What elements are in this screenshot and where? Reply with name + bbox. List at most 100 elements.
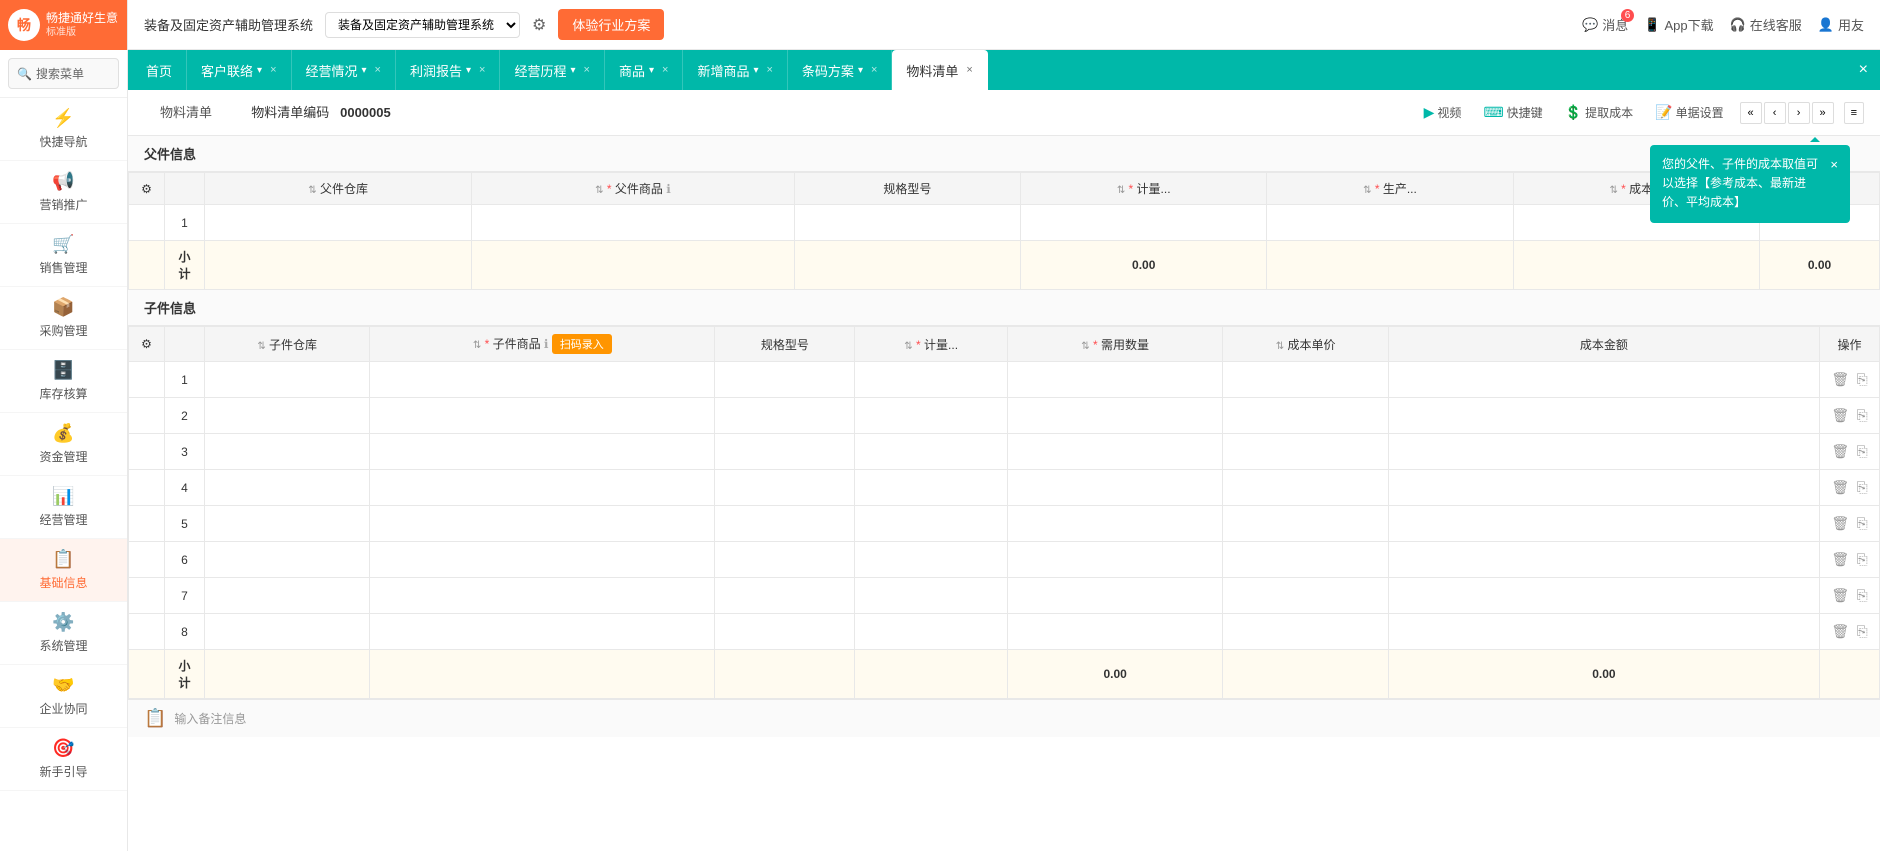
copy-icon[interactable]: ⎘ xyxy=(1856,551,1867,567)
sidebar-item-operations[interactable]: 📊 经营管理 xyxy=(0,476,127,539)
copy-icon[interactable]: ⎘ xyxy=(1856,515,1867,531)
sidebar-item-purchase[interactable]: 📦 采购管理 xyxy=(0,287,127,350)
tab-customer[interactable]: 客户联络 ▾ × xyxy=(187,50,291,90)
child-row-unit-price[interactable] xyxy=(1223,470,1388,506)
copy-icon[interactable]: ⎘ xyxy=(1856,371,1867,387)
sidebar-item-basic-info[interactable]: 📋 基础信息 xyxy=(0,539,127,602)
tab-home[interactable]: 首页 xyxy=(132,50,187,90)
tab-profit-close[interactable]: × xyxy=(479,64,485,76)
child-row-product[interactable] xyxy=(370,578,715,614)
child-row-unit-price[interactable] xyxy=(1223,542,1388,578)
tab-new-product[interactable]: 新增商品 ▾ × xyxy=(683,50,787,90)
child-row-warehouse[interactable] xyxy=(205,614,370,650)
delete-icon[interactable]: 🗑 xyxy=(1831,371,1849,387)
child-row-product[interactable] xyxy=(370,614,715,650)
child-row-unit[interactable] xyxy=(855,362,1008,398)
tab-history-close[interactable]: × xyxy=(584,64,590,76)
child-row-unit[interactable] xyxy=(855,614,1008,650)
child-row-warehouse[interactable] xyxy=(205,362,370,398)
child-row-unit[interactable] xyxy=(855,578,1008,614)
delete-icon[interactable]: 🗑 xyxy=(1831,587,1849,603)
child-row-unit-price[interactable] xyxy=(1223,614,1388,650)
tooltip-close-button[interactable]: × xyxy=(1830,155,1838,176)
delete-icon[interactable]: 🗑 xyxy=(1831,551,1849,567)
child-row-spec[interactable] xyxy=(715,542,855,578)
child-row-unit-price[interactable] xyxy=(1223,362,1388,398)
child-row-spec[interactable] xyxy=(715,470,855,506)
copy-icon[interactable]: ⎘ xyxy=(1856,407,1867,423)
sidebar-item-guide[interactable]: 🎯 新手引导 xyxy=(0,728,127,791)
shortcut-button[interactable]: ⌨ 快捷键 xyxy=(1477,101,1548,124)
copy-icon[interactable]: ⎘ xyxy=(1856,623,1867,639)
system-select[interactable]: 装备及固定资产辅助管理系统 xyxy=(325,12,520,38)
sub-tab-bom-list[interactable]: 物料清单 xyxy=(144,98,228,127)
delete-icon[interactable]: 🗑 xyxy=(1831,623,1849,639)
child-row-product[interactable] xyxy=(370,398,715,434)
tab-products[interactable]: 商品 ▾ × xyxy=(605,50,683,90)
child-row-product[interactable] xyxy=(370,542,715,578)
copy-icon[interactable]: ⎘ xyxy=(1856,479,1867,495)
child-row-warehouse[interactable] xyxy=(205,434,370,470)
sidebar-item-finance[interactable]: 💰 资金管理 xyxy=(0,413,127,476)
child-row-unit-price[interactable] xyxy=(1223,398,1388,434)
row-product-cell[interactable] xyxy=(472,205,795,241)
child-row-quantity[interactable] xyxy=(1007,506,1223,542)
tab-products-close[interactable]: × xyxy=(662,64,668,76)
child-row-quantity[interactable] xyxy=(1007,362,1223,398)
child-row-unit[interactable] xyxy=(855,470,1008,506)
sidebar-item-marketing[interactable]: 📢 营销推广 xyxy=(0,161,127,224)
child-row-unit-price[interactable] xyxy=(1223,578,1388,614)
child-row-product[interactable] xyxy=(370,362,715,398)
app-download-button[interactable]: 📱 App下载 xyxy=(1644,15,1713,34)
child-row-warehouse[interactable] xyxy=(205,398,370,434)
row-produce-cell[interactable] xyxy=(1267,205,1513,241)
child-row-spec[interactable] xyxy=(715,506,855,542)
child-row-quantity[interactable] xyxy=(1007,578,1223,614)
child-row-unit[interactable] xyxy=(855,506,1008,542)
child-row-spec[interactable] xyxy=(715,398,855,434)
child-row-product[interactable] xyxy=(370,434,715,470)
grid-view-button[interactable]: ≡ xyxy=(1844,102,1864,124)
child-row-spec[interactable] xyxy=(715,434,855,470)
tab-customer-close[interactable]: × xyxy=(270,64,276,76)
tab-bom-close[interactable]: × xyxy=(966,64,972,76)
row-spec-cell[interactable] xyxy=(794,205,1020,241)
scan-input-button[interactable]: 扫码录入 xyxy=(552,334,612,354)
online-service-button[interactable]: 🎧 在线客服 xyxy=(1730,15,1802,34)
child-row-quantity[interactable] xyxy=(1007,614,1223,650)
delete-icon[interactable]: 🗑 xyxy=(1831,515,1849,531)
cost-button[interactable]: 💲 提取成本 xyxy=(1559,101,1639,124)
sidebar-item-inventory[interactable]: 🗄️ 库存核算 xyxy=(0,350,127,413)
tab-barcode-close[interactable]: × xyxy=(871,64,877,76)
next-page-button[interactable]: › xyxy=(1788,102,1810,124)
copy-icon[interactable]: ⎘ xyxy=(1856,443,1867,459)
tab-barcode[interactable]: 条码方案 ▾ × xyxy=(788,50,892,90)
child-row-quantity[interactable] xyxy=(1007,398,1223,434)
first-page-button[interactable]: « xyxy=(1740,102,1762,124)
child-row-spec[interactable] xyxy=(715,614,855,650)
child-row-warehouse[interactable] xyxy=(205,578,370,614)
sidebar-item-sales[interactable]: 🛒 销售管理 xyxy=(0,224,127,287)
settings-button[interactable]: 📝 单据设置 xyxy=(1649,101,1729,124)
tab-new-product-close[interactable]: × xyxy=(766,64,772,76)
note-placeholder[interactable]: 输入备注信息 xyxy=(174,710,246,727)
child-row-unit[interactable] xyxy=(855,398,1008,434)
child-col-settings[interactable]: ⚙ xyxy=(129,327,165,362)
child-row-warehouse[interactable] xyxy=(205,506,370,542)
child-row-spec[interactable] xyxy=(715,578,855,614)
sidebar-item-cooperation[interactable]: 🤝 企业协同 xyxy=(0,665,127,728)
child-row-warehouse[interactable] xyxy=(205,542,370,578)
tab-operations[interactable]: 经营情况 ▾ × xyxy=(292,50,396,90)
settings-icon[interactable]: ⚙ xyxy=(532,15,546,35)
child-row-unit[interactable] xyxy=(855,434,1008,470)
message-button[interactable]: 💬 消息 6 xyxy=(1582,15,1628,34)
sidebar-item-quick-nav[interactable]: ⚡ 快捷导航 xyxy=(0,98,127,161)
close-all-tabs[interactable]: × xyxy=(1851,61,1876,79)
child-row-quantity[interactable] xyxy=(1007,434,1223,470)
child-row-spec[interactable] xyxy=(715,362,855,398)
tab-bom[interactable]: 物料清单 × xyxy=(892,50,987,90)
user-button[interactable]: 👤 用友 xyxy=(1818,15,1864,34)
view-button[interactable]: ▶ 视频 xyxy=(1418,101,1468,124)
child-row-unit[interactable] xyxy=(855,542,1008,578)
child-row-unit-price[interactable] xyxy=(1223,434,1388,470)
